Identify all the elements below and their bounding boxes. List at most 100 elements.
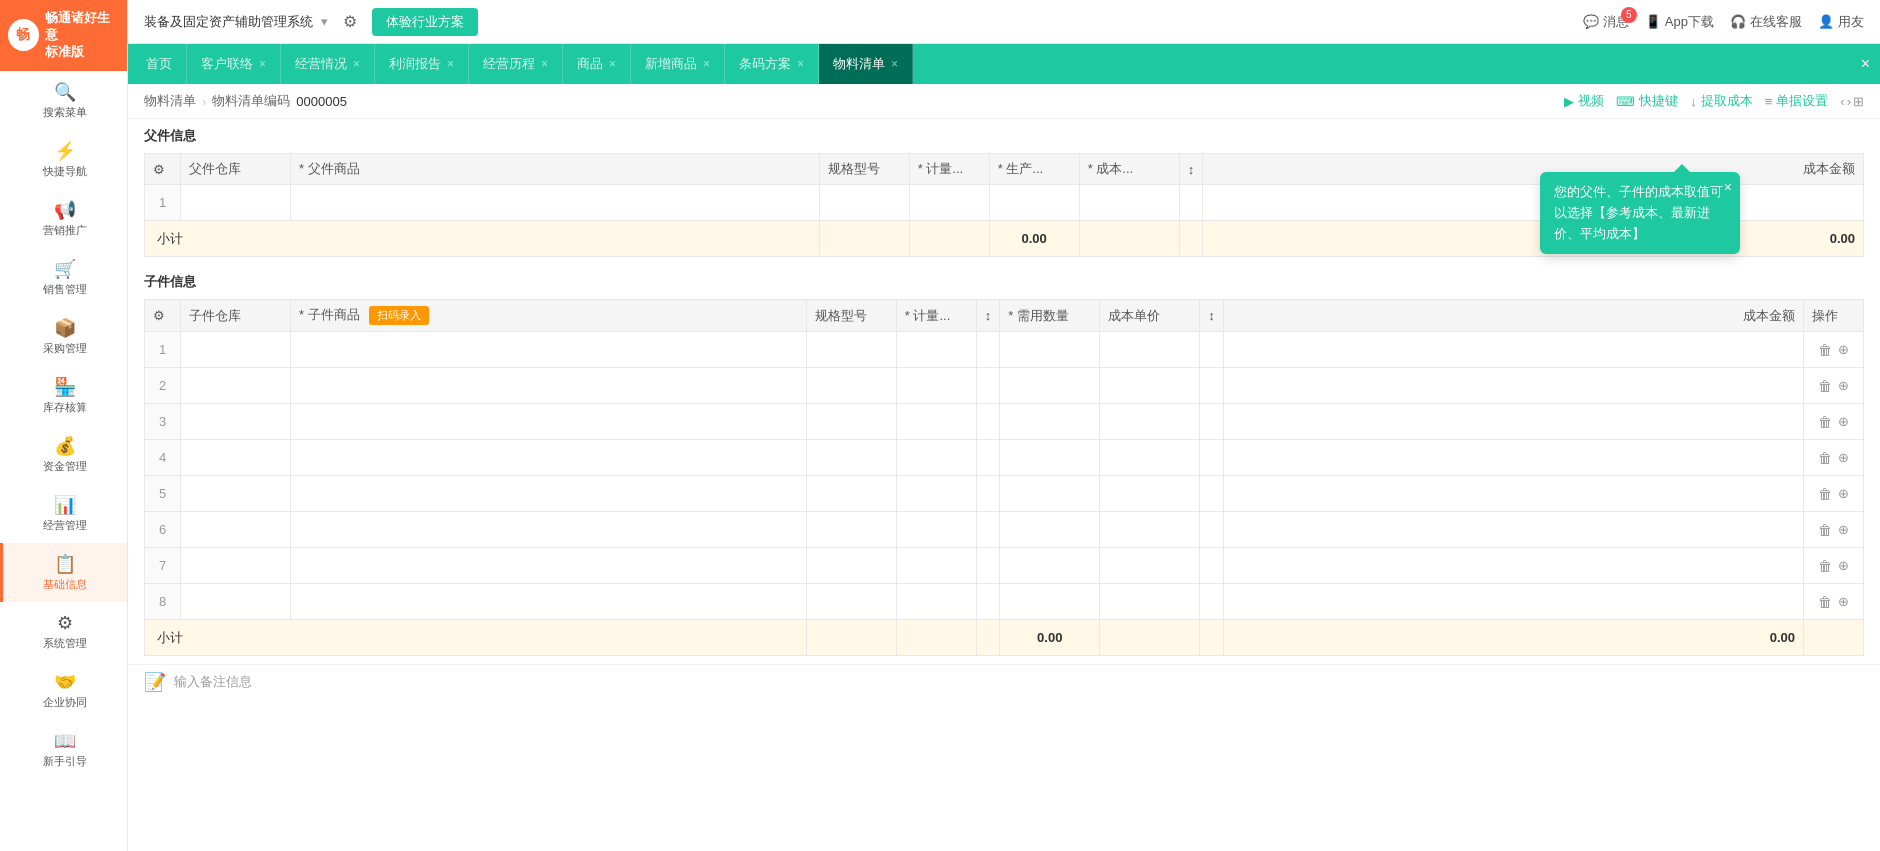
- child-cell-spec-0[interactable]: [806, 332, 896, 368]
- page-expand-icon[interactable]: ⊞: [1853, 94, 1864, 109]
- child-cell-spec-4[interactable]: [806, 476, 896, 512]
- child-cell-warehouse-4[interactable]: [181, 476, 291, 512]
- page-next-icon[interactable]: ›: [1847, 94, 1851, 109]
- child-cell-spec-6[interactable]: [806, 548, 896, 584]
- child-cell-product-4[interactable]: [291, 476, 807, 512]
- child-cell-unit-6[interactable]: [896, 548, 976, 584]
- parent-cell-prod[interactable]: [989, 185, 1079, 221]
- tab-business-close[interactable]: ×: [353, 58, 360, 70]
- tab-profit[interactable]: 利润报告 ×: [375, 44, 469, 84]
- child-cell-qty-6[interactable]: [1000, 548, 1100, 584]
- delete-icon-1[interactable]: 🗑: [1818, 378, 1832, 394]
- copy-icon-7[interactable]: ⊕: [1838, 594, 1849, 609]
- tab-history-close[interactable]: ×: [541, 58, 548, 70]
- parent-cell-unit[interactable]: [909, 185, 989, 221]
- copy-icon-5[interactable]: ⊕: [1838, 522, 1849, 537]
- tab-customers[interactable]: 客户联络 ×: [187, 44, 281, 84]
- tooltip-close-button[interactable]: ×: [1724, 176, 1732, 198]
- tab-newgoods-close[interactable]: ×: [703, 58, 710, 70]
- extract-cost-button[interactable]: ↓ 提取成本: [1690, 92, 1753, 110]
- child-cell-warehouse-7[interactable]: [181, 584, 291, 620]
- single-setting-button[interactable]: ≡ 单据设置: [1765, 92, 1829, 110]
- sidebar-item-marketing[interactable]: 📢 营销推广: [0, 189, 127, 248]
- delete-icon-5[interactable]: 🗑: [1818, 522, 1832, 538]
- tab-newgoods[interactable]: 新增商品 ×: [631, 44, 725, 84]
- parent-cell-spec[interactable]: [819, 185, 909, 221]
- child-cell-qty-3[interactable]: [1000, 440, 1100, 476]
- child-cell-unitprice-0[interactable]: [1100, 332, 1200, 368]
- tab-bom-close[interactable]: ×: [891, 58, 898, 70]
- child-cell-unitprice-4[interactable]: [1100, 476, 1200, 512]
- copy-icon-1[interactable]: ⊕: [1838, 378, 1849, 393]
- tab-barcode[interactable]: 条码方案 ×: [725, 44, 819, 84]
- child-cell-product-5[interactable]: [291, 512, 807, 548]
- tab-barcode-close[interactable]: ×: [797, 58, 804, 70]
- child-cell-unitprice-6[interactable]: [1100, 548, 1200, 584]
- shortcut-button[interactable]: ⌨ 快捷键: [1616, 92, 1678, 110]
- app-download-button[interactable]: 📱 App下载: [1645, 13, 1714, 31]
- user-avatar[interactable]: 👤 用友: [1818, 13, 1864, 31]
- tab-profit-close[interactable]: ×: [447, 58, 454, 70]
- sidebar-item-search[interactable]: 🔍 搜索菜单: [0, 71, 127, 130]
- parent-cell-cost[interactable]: [1079, 185, 1179, 221]
- child-cell-unitprice-5[interactable]: [1100, 512, 1200, 548]
- copy-icon-3[interactable]: ⊕: [1838, 450, 1849, 465]
- delete-icon-3[interactable]: 🗑: [1818, 450, 1832, 466]
- tab-history[interactable]: 经营历程 ×: [469, 44, 563, 84]
- child-cell-unit-7[interactable]: [896, 584, 976, 620]
- tab-business[interactable]: 经营情况 ×: [281, 44, 375, 84]
- sidebar-item-finance[interactable]: 💰 资金管理: [0, 425, 127, 484]
- trial-button[interactable]: 体验行业方案: [372, 8, 478, 36]
- sidebar-item-basicinfo[interactable]: 📋 基础信息: [0, 543, 127, 602]
- child-cell-unitprice-3[interactable]: [1100, 440, 1200, 476]
- child-cell-product-7[interactable]: [291, 584, 807, 620]
- message-button[interactable]: 💬 5 消息: [1583, 13, 1629, 31]
- gear-button[interactable]: ⚙: [336, 8, 364, 36]
- copy-icon-6[interactable]: ⊕: [1838, 558, 1849, 573]
- child-cell-unitprice-1[interactable]: [1100, 368, 1200, 404]
- sidebar-item-purchase[interactable]: 📦 采购管理: [0, 307, 127, 366]
- delete-icon-4[interactable]: 🗑: [1818, 486, 1832, 502]
- delete-icon-0[interactable]: 🗑: [1818, 342, 1832, 358]
- sidebar-item-quicknav[interactable]: ⚡ 快捷导航: [0, 130, 127, 189]
- tab-customers-close[interactable]: ×: [259, 58, 266, 70]
- child-cell-unit-3[interactable]: [896, 440, 976, 476]
- delete-icon-6[interactable]: 🗑: [1818, 558, 1832, 574]
- child-cell-qty-2[interactable]: [1000, 404, 1100, 440]
- tab-goods-close[interactable]: ×: [609, 58, 616, 70]
- child-cell-unit-4[interactable]: [896, 476, 976, 512]
- child-cell-product-3[interactable]: [291, 440, 807, 476]
- parent-cell-warehouse[interactable]: [181, 185, 291, 221]
- sidebar-item-sales[interactable]: 🛒 销售管理: [0, 248, 127, 307]
- child-cell-qty-0[interactable]: [1000, 332, 1100, 368]
- child-cell-unit-5[interactable]: [896, 512, 976, 548]
- parent-cell-product[interactable]: [291, 185, 820, 221]
- view-button[interactable]: ▶ 视频: [1564, 92, 1604, 110]
- child-cell-qty-7[interactable]: [1000, 584, 1100, 620]
- tab-panel-close[interactable]: ×: [1851, 44, 1880, 84]
- child-cell-spec-1[interactable]: [806, 368, 896, 404]
- child-cell-unitprice-7[interactable]: [1100, 584, 1200, 620]
- sidebar-item-operation[interactable]: 📊 经营管理: [0, 484, 127, 543]
- child-cell-qty-5[interactable]: [1000, 512, 1100, 548]
- delete-icon-7[interactable]: 🗑: [1818, 594, 1832, 610]
- child-cell-spec-2[interactable]: [806, 404, 896, 440]
- child-cell-warehouse-6[interactable]: [181, 548, 291, 584]
- sidebar-item-guide[interactable]: 📖 新手引导: [0, 720, 127, 779]
- child-cell-unit-0[interactable]: [896, 332, 976, 368]
- child-cell-warehouse-1[interactable]: [181, 368, 291, 404]
- copy-icon-0[interactable]: ⊕: [1838, 342, 1849, 357]
- child-cell-warehouse-2[interactable]: [181, 404, 291, 440]
- child-cell-warehouse-5[interactable]: [181, 512, 291, 548]
- delete-icon-2[interactable]: 🗑: [1818, 414, 1832, 430]
- child-cell-product-6[interactable]: [291, 548, 807, 584]
- tab-home[interactable]: 首页: [132, 44, 187, 84]
- sidebar-item-collab[interactable]: 🤝 企业协同: [0, 661, 127, 720]
- child-cell-product-2[interactable]: [291, 404, 807, 440]
- online-service-button[interactable]: 🎧 在线客服: [1730, 13, 1802, 31]
- child-cell-qty-4[interactable]: [1000, 476, 1100, 512]
- child-cell-warehouse-3[interactable]: [181, 440, 291, 476]
- child-cell-unit-1[interactable]: [896, 368, 976, 404]
- child-cell-qty-1[interactable]: [1000, 368, 1100, 404]
- child-cell-product-1[interactable]: [291, 368, 807, 404]
